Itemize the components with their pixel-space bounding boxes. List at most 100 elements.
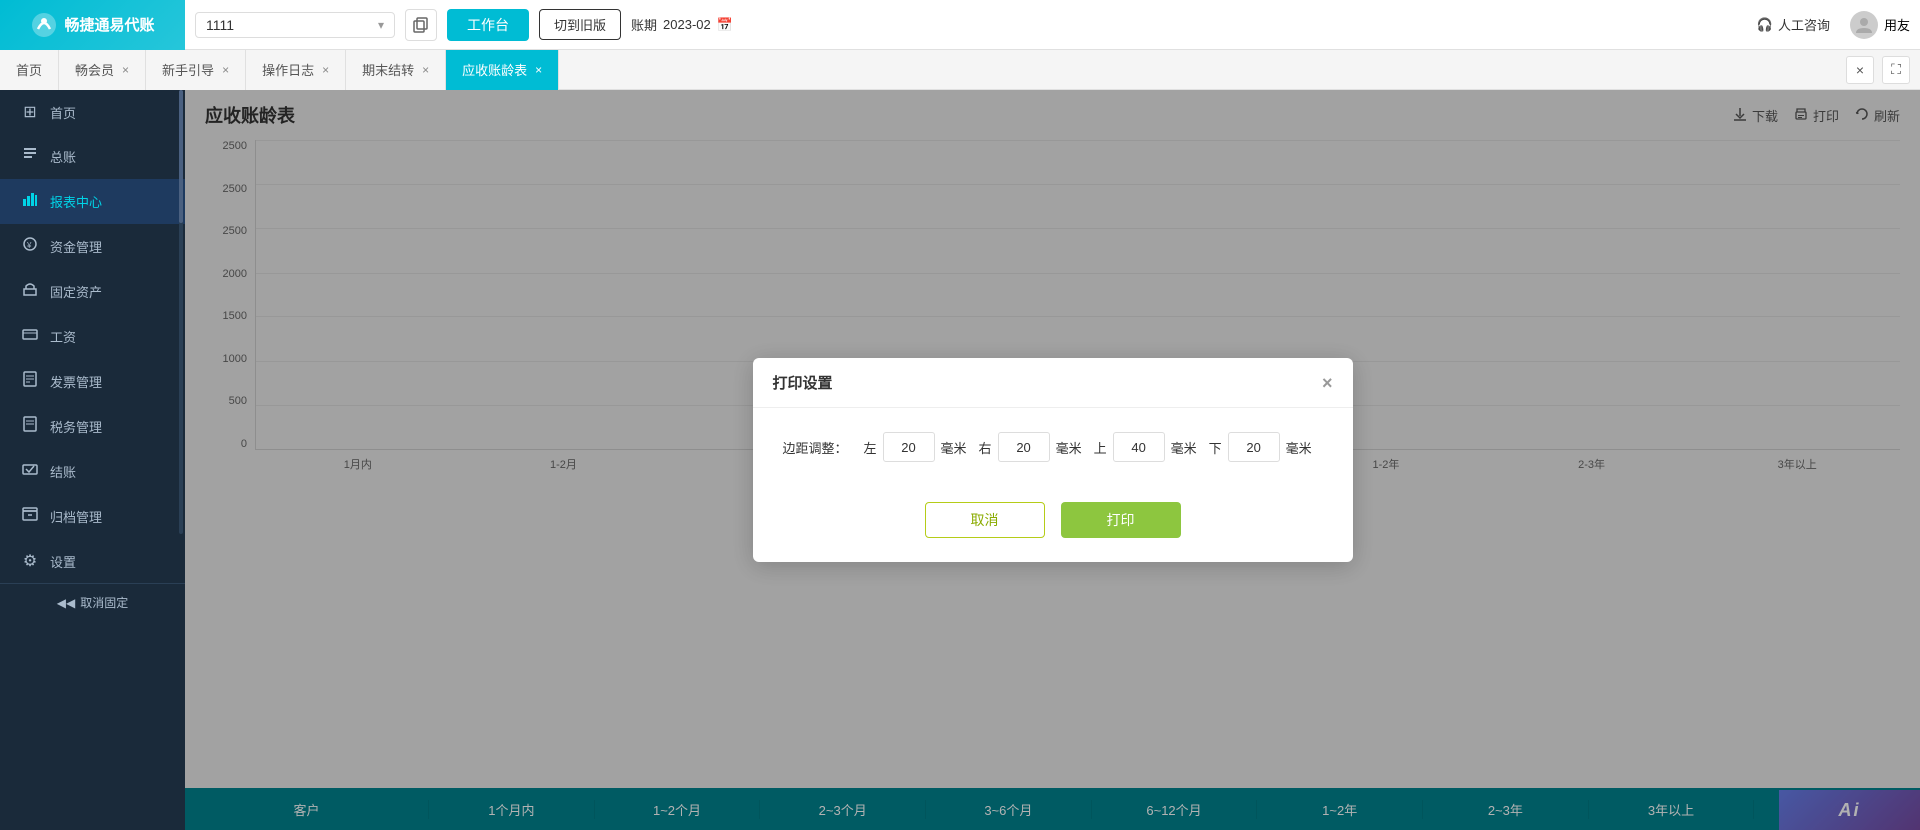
user-area[interactable]: 用友 [1850,11,1910,39]
sidebar-label-home: 首页 [50,103,76,122]
switch-old-version-button[interactable]: 切到旧版 [539,9,621,40]
dialog-body: 边距调整： 左 毫米 右 毫米 上 [753,408,1353,486]
sidebar-label-settings: 设置 [50,552,76,571]
confirm-print-button[interactable]: 打印 [1061,502,1181,538]
checkout-icon [20,461,40,482]
tab-home[interactable]: 首页 [0,50,59,90]
sidebar: ⊞ 首页 总账 报表中心 ¥ 资金管理 固定资产 [0,90,185,830]
tab-operation-log[interactable]: 操作日志 × [246,50,346,90]
bottom-margin-input[interactable] [1228,432,1280,462]
tab-aging-label: 应收账龄表 [462,60,527,79]
bottom-label: 下 [1209,438,1222,457]
tab-aging[interactable]: 应收账龄表 × [446,50,559,90]
sidebar-item-invoice[interactable]: 发票管理 [0,359,185,404]
bottom-unit: 毫米 [1286,438,1312,457]
print-settings-dialog: 打印设置 × 边距调整： 左 毫米 右 毫米 [753,358,1353,562]
margin-bottom-group: 下 毫米 [1209,432,1312,462]
payroll-icon [20,326,40,347]
company-selector[interactable]: 1111 ▾ [195,12,395,38]
sidebar-label-checkout: 结账 [50,462,76,481]
sidebar-item-tax[interactable]: 税务管理 [0,404,185,449]
sidebar-item-settings[interactable]: ⚙ 设置 [0,539,185,583]
right-unit: 毫米 [1056,438,1082,457]
fund-icon: ¥ [20,236,40,257]
top-header: 畅捷通易代账 1111 ▾ 工作台 切到旧版 账期 2023-02 📅 🎧 人工… [0,0,1920,50]
margin-right-group: 右 毫米 [979,432,1082,462]
sidebar-item-archive[interactable]: 归档管理 [0,494,185,539]
sidebar-item-checkout[interactable]: 结账 [0,449,185,494]
period-area: 账期 2023-02 📅 [631,15,733,34]
tab-bar: 首页 畅会员 × 新手引导 × 操作日志 × 期末结转 × 应收账龄表 × × … [0,50,1920,90]
sidebar-item-home[interactable]: ⊞ 首页 [0,90,185,134]
tab-period-close-icon[interactable]: × [422,63,429,77]
workbench-button[interactable]: 工作台 [447,9,529,41]
tab-operation-log-label: 操作日志 [262,60,314,79]
consult-label: 人工咨询 [1778,15,1830,34]
left-label: 左 [864,438,877,457]
archive-icon [20,506,40,527]
sidebar-item-assets[interactable]: 固定资产 [0,269,185,314]
headset-icon: 🎧 [1757,17,1773,33]
consult-button[interactable]: 🎧 人工咨询 [1757,15,1830,34]
tab-member[interactable]: 畅会员 × [59,50,146,90]
chevron-down-icon: ▾ [378,18,384,32]
tab-member-close-icon[interactable]: × [122,63,129,77]
settings-icon: ⚙ [20,551,40,571]
tab-period-close[interactable]: 期末结转 × [346,50,446,90]
tab-member-label: 畅会员 [75,60,114,79]
tab-bar-actions: × ⛶ [1846,56,1920,84]
sidebar-label-fund: 资金管理 [50,237,102,256]
tab-guide-label: 新手引导 [162,60,214,79]
left-margin-input[interactable] [883,432,935,462]
margin-adjust-label: 边距调整： [783,438,848,457]
logo-icon [30,11,58,39]
copy-icon [413,17,429,33]
tax-icon [20,416,40,437]
sidebar-scrollbar[interactable] [179,90,183,534]
dialog-title: 打印设置 [773,372,833,393]
sidebar-item-reports[interactable]: 报表中心 [0,179,185,224]
modal-backdrop: 打印设置 × 边距调整： 左 毫米 右 毫米 [185,90,1920,830]
sidebar-label-assets: 固定资产 [50,282,102,301]
sidebar-item-ledger[interactable]: 总账 [0,134,185,179]
sidebar-label-invoice: 发票管理 [50,372,102,391]
username: 用友 [1884,15,1910,34]
tab-guide[interactable]: 新手引导 × [146,50,246,90]
right-margin-input[interactable] [998,432,1050,462]
sidebar-label-archive: 归档管理 [50,507,102,526]
sidebar-collapse-button[interactable]: ◀◀ 取消固定 [0,583,185,621]
svg-text:¥: ¥ [26,241,32,250]
avatar [1850,11,1878,39]
tab-operation-log-close-icon[interactable]: × [322,63,329,77]
dialog-close-icon[interactable]: × [1322,374,1333,392]
top-label: 上 [1094,438,1107,457]
header-right: 🎧 人工咨询 用友 [1757,11,1910,39]
main-layout: ⊞ 首页 总账 报表中心 ¥ 资金管理 固定资产 [0,90,1920,830]
sidebar-item-payroll[interactable]: 工资 [0,314,185,359]
copy-button[interactable] [405,9,437,41]
sidebar-item-fund[interactable]: ¥ 资金管理 [0,224,185,269]
period-label: 账期 [631,15,657,34]
tab-home-label: 首页 [16,60,42,79]
calendar-icon[interactable]: 📅 [717,17,733,33]
collapse-icon: ◀◀ [57,596,75,610]
tab-period-close-label: 期末结转 [362,60,414,79]
cancel-button[interactable]: 取消 [925,502,1045,538]
margin-top-group: 上 毫米 [1094,432,1197,462]
tab-aging-close-icon[interactable]: × [535,63,542,77]
left-unit: 毫米 [941,438,967,457]
top-margin-input[interactable] [1113,432,1165,462]
period-value: 2023-02 [663,17,711,32]
tab-guide-close-icon[interactable]: × [222,63,229,77]
tab-close-all-button[interactable]: × [1846,56,1874,84]
sidebar-label-reports: 报表中心 [50,192,102,211]
company-name: 1111 [206,17,370,33]
logo-text: 畅捷通易代账 [64,14,154,35]
tab-expand-button[interactable]: ⛶ [1882,56,1910,84]
ledger-icon [20,146,40,167]
invoice-icon [20,371,40,392]
margin-row: 边距调整： 左 毫米 右 毫米 上 [783,432,1323,462]
right-label: 右 [979,438,992,457]
sidebar-label-tax: 税务管理 [50,417,102,436]
home-icon: ⊞ [20,102,40,122]
